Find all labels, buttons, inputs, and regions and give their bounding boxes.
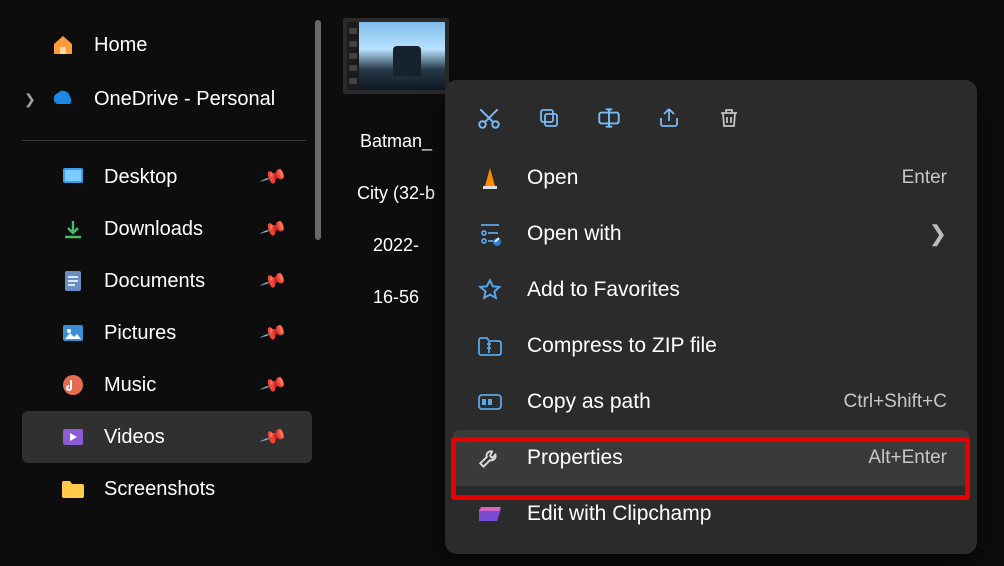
- context-menu-toolbar: [453, 88, 969, 150]
- file-item-video[interactable]: Batman_ City (32-b 2022- 16-56: [340, 18, 452, 310]
- pin-icon: 📌: [258, 267, 287, 296]
- copy-icon[interactable]: [533, 102, 565, 134]
- pin-icon: 📌: [258, 319, 287, 348]
- rename-icon[interactable]: [593, 102, 625, 134]
- sidebar-item-documents[interactable]: Documents 📌: [22, 255, 312, 307]
- vlc-icon: [475, 163, 505, 193]
- sidebar-item-label: Music: [104, 374, 156, 397]
- sidebar-separator: [22, 140, 306, 141]
- menu-item-label: Add to Favorites: [527, 278, 680, 302]
- downloads-icon: [60, 216, 86, 242]
- pin-icon: 📌: [258, 163, 287, 192]
- wrench-icon: [475, 443, 505, 473]
- sidebar-item-label: Desktop: [104, 166, 177, 189]
- folder-icon: [60, 476, 86, 502]
- sidebar-item-label: OneDrive - Personal: [94, 88, 275, 111]
- open-with-icon: [475, 219, 505, 249]
- copy-path-icon: [475, 387, 505, 417]
- share-icon[interactable]: [653, 102, 685, 134]
- content-area: Batman_ City (32-b 2022- 16-56: [340, 18, 452, 310]
- menu-item-open[interactable]: Open Enter: [453, 150, 969, 206]
- menu-item-compress-zip[interactable]: Compress to ZIP file: [453, 318, 969, 374]
- sidebar-item-videos[interactable]: Videos 📌: [22, 411, 312, 463]
- menu-item-label: Copy as path: [527, 390, 651, 414]
- menu-item-label: Open with: [527, 222, 622, 246]
- menu-item-open-with[interactable]: Open with ❯: [453, 206, 969, 262]
- sidebar-item-label: Home: [94, 34, 147, 57]
- sidebar-item-onedrive[interactable]: ❯ OneDrive - Personal: [22, 72, 312, 126]
- sidebar-item-home[interactable]: Home: [22, 18, 312, 72]
- pin-icon: 📌: [258, 215, 287, 244]
- sidebar-item-label: Screenshots: [104, 478, 215, 501]
- menu-item-label: Properties: [527, 446, 623, 470]
- clipchamp-icon: [475, 499, 505, 529]
- home-icon: [50, 32, 76, 58]
- menu-item-properties[interactable]: Properties Alt+Enter: [453, 430, 969, 486]
- chevron-right-icon: ❯: [24, 91, 36, 108]
- sidebar-item-desktop[interactable]: Desktop 📌: [22, 151, 312, 203]
- sidebar-scrollbar[interactable]: [315, 20, 321, 240]
- menu-item-copy-path[interactable]: Copy as path Ctrl+Shift+C: [453, 374, 969, 430]
- zip-icon: [475, 331, 505, 361]
- star-icon: [475, 275, 505, 305]
- pin-icon: 📌: [258, 423, 287, 452]
- menu-item-add-favorites[interactable]: Add to Favorites: [453, 262, 969, 318]
- sidebar-item-pictures[interactable]: Pictures 📌: [22, 307, 312, 359]
- file-name-label: Batman_ City (32-b 2022- 16-56: [340, 102, 452, 310]
- menu-item-label: Open: [527, 166, 578, 190]
- music-icon: [60, 372, 86, 398]
- documents-icon: [60, 268, 86, 294]
- sidebar-item-downloads[interactable]: Downloads 📌: [22, 203, 312, 255]
- menu-item-label: Edit with Clipchamp: [527, 502, 711, 526]
- menu-item-shortcut: Ctrl+Shift+C: [844, 391, 947, 413]
- sidebar-item-music[interactable]: Music 📌: [22, 359, 312, 411]
- sidebar-item-label: Videos: [104, 426, 165, 449]
- pin-icon: 📌: [258, 371, 287, 400]
- sidebar-item-label: Documents: [104, 270, 205, 293]
- sidebar-item-label: Downloads: [104, 218, 203, 241]
- chevron-right-icon: ❯: [929, 221, 947, 247]
- menu-item-shortcut: Enter: [902, 167, 947, 189]
- menu-item-label: Compress to ZIP file: [527, 334, 717, 358]
- context-menu: Open Enter Open with ❯ Add to Favorites …: [445, 80, 977, 554]
- sidebar-item-label: Pictures: [104, 322, 176, 345]
- film-strip-icon: [347, 22, 359, 90]
- sidebar-item-screenshots[interactable]: Screenshots: [22, 463, 312, 515]
- desktop-icon: [60, 164, 86, 190]
- menu-item-shortcut: Alt+Enter: [868, 447, 947, 469]
- menu-item-edit-clipchamp[interactable]: Edit with Clipchamp: [453, 486, 969, 542]
- navigation-sidebar: Home ❯ OneDrive - Personal Desktop 📌 Dow…: [0, 0, 320, 566]
- video-thumbnail: [343, 18, 449, 94]
- delete-icon[interactable]: [713, 102, 745, 134]
- pictures-icon: [60, 320, 86, 346]
- onedrive-icon: [50, 86, 76, 112]
- cut-icon[interactable]: [473, 102, 505, 134]
- videos-icon: [60, 424, 86, 450]
